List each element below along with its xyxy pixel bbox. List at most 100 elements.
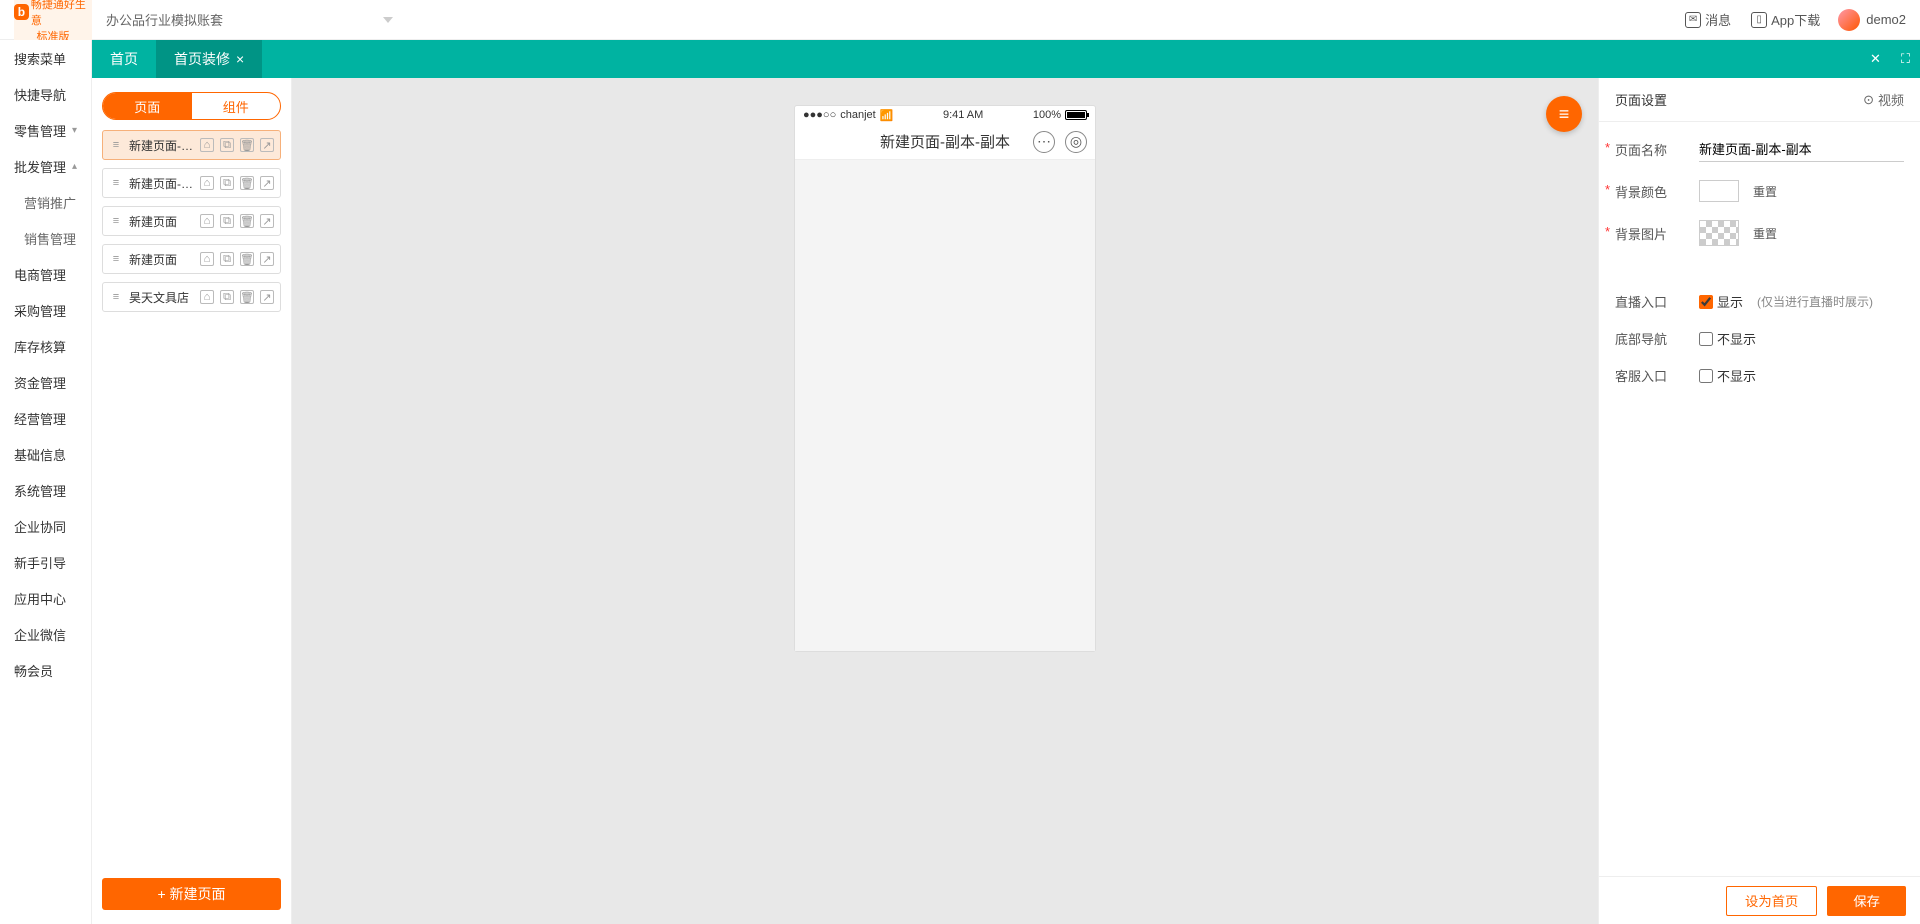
page-row-3[interactable]: ≡新建页面⌂⧉🗑↗ (102, 244, 281, 274)
miniprogram-menu-icon[interactable]: ⋯ (1033, 131, 1055, 153)
sidebar-item-10[interactable]: 经营管理 (0, 400, 91, 436)
page-component-segment: 页面 组件 (102, 92, 281, 120)
sidebar-item-label: 企业微信 (14, 625, 66, 644)
delete-page-icon[interactable]: 🗑 (240, 252, 254, 266)
sidebar-item-3[interactable]: 批发管理 (0, 148, 91, 184)
set-home-icon[interactable]: ⌂ (200, 214, 214, 228)
tab-fullscreen-button[interactable]: ⛶ (1891, 40, 1920, 78)
copy-page-icon[interactable]: ⧉ (220, 214, 234, 228)
open-external-icon[interactable]: ↗ (260, 138, 274, 152)
page-name-input[interactable] (1699, 136, 1904, 162)
set-home-icon[interactable]: ⌂ (200, 252, 214, 266)
tab-close-all-button[interactable]: ✕ (1860, 40, 1891, 78)
tab-page-editor[interactable]: 首页装修 × (156, 40, 262, 78)
miniprogram-close-icon[interactable]: ◎ (1065, 131, 1087, 153)
sidebar-item-0[interactable]: 搜索菜单 (0, 40, 91, 76)
sidebar-item-8[interactable]: 库存核算 (0, 328, 91, 364)
copy-page-icon[interactable]: ⧉ (220, 138, 234, 152)
tab-home[interactable]: 首页 (92, 40, 156, 78)
sidebar-item-label: 搜索菜单 (14, 49, 66, 68)
delete-page-icon[interactable]: 🗑 (240, 138, 254, 152)
sidebar-item-label: 采购管理 (14, 301, 66, 320)
user-name[interactable]: demo2 (1866, 12, 1906, 27)
bottom-nav-input[interactable] (1699, 332, 1713, 346)
delete-page-icon[interactable]: 🗑 (240, 214, 254, 228)
sidebar-item-13[interactable]: 企业协同 (0, 508, 91, 544)
page-name-label: 新建页面 (129, 213, 194, 230)
live-show-checkbox[interactable]: 显示 (1699, 292, 1743, 311)
account-set-label: 办公品行业模拟账套 (106, 10, 223, 29)
sidebar-item-label: 库存核算 (14, 337, 66, 356)
sidebar-item-7[interactable]: 采购管理 (0, 292, 91, 328)
sidebar-item-6[interactable]: 电商管理 (0, 256, 91, 292)
open-external-icon[interactable]: ↗ (260, 214, 274, 228)
sidebar-item-11[interactable]: 基础信息 (0, 436, 91, 472)
set-home-button[interactable]: 设为首页 (1726, 886, 1817, 916)
drag-handle-icon[interactable]: ≡ (109, 290, 123, 304)
bottom-nav-checkbox[interactable]: 不显示 (1699, 329, 1756, 348)
settings-title: 页面设置 (1615, 90, 1667, 109)
drag-handle-icon[interactable]: ≡ (109, 214, 123, 228)
phone-statusbar: ●●●○○ chanjet 📶 9:41 AM 100% (795, 106, 1095, 124)
open-external-icon[interactable]: ↗ (260, 290, 274, 304)
battery-percent: 100% (1033, 109, 1061, 121)
copy-page-icon[interactable]: ⧉ (220, 252, 234, 266)
delete-page-icon[interactable]: 🗑 (240, 176, 254, 190)
bgcolor-reset[interactable]: 重置 (1753, 183, 1777, 200)
canvas-menu-fab[interactable]: ≡ (1546, 96, 1582, 132)
sidebar-item-12[interactable]: 系统管理 (0, 472, 91, 508)
field-bottom-label: 底部导航 (1615, 329, 1685, 348)
drag-handle-icon[interactable]: ≡ (109, 176, 123, 190)
messages-button[interactable]: ✉ 消息 (1685, 10, 1731, 29)
bgimg-reset[interactable]: 重置 (1753, 225, 1777, 242)
cs-input[interactable] (1699, 369, 1713, 383)
bgimg-picker[interactable] (1699, 220, 1739, 246)
drag-handle-icon[interactable]: ≡ (109, 138, 123, 152)
page-row-2[interactable]: ≡ 新建页面 ⌂ ⧉ 🗑 ↗ (102, 206, 281, 236)
sidebar-item-label: 批发管理 (14, 157, 66, 176)
copy-page-icon[interactable]: ⧉ (220, 176, 234, 190)
sidebar-item-2[interactable]: 零售管理 (0, 112, 91, 148)
sidebar-item-5[interactable]: 销售管理 (0, 220, 91, 256)
save-button[interactable]: 保存 (1827, 886, 1906, 916)
bgcolor-swatch[interactable] (1699, 180, 1739, 202)
sidebar-item-label: 营销推广 (24, 193, 76, 212)
sidebar-item-4[interactable]: 营销推广 (0, 184, 91, 220)
phone-body[interactable] (795, 160, 1095, 651)
sidebar-item-label: 经营管理 (14, 409, 66, 428)
sidebar-item-17[interactable]: 畅会员 (0, 652, 91, 688)
drag-handle-icon[interactable]: ≡ (109, 252, 123, 266)
set-home-icon[interactable]: ⌂ (200, 290, 214, 304)
app-download-button[interactable]: ▯ App下载 (1751, 10, 1820, 29)
live-show-input[interactable] (1699, 295, 1713, 309)
video-help-link[interactable]: ⊙ 视频 (1863, 90, 1904, 109)
segment-component[interactable]: 组件 (192, 93, 281, 119)
user-avatar[interactable] (1838, 9, 1860, 31)
new-page-button[interactable]: + 新建页面 (102, 878, 281, 910)
sidebar-item-label: 快捷导航 (14, 85, 66, 104)
sidebar-item-1[interactable]: 快捷导航 (0, 76, 91, 112)
cs-checkbox[interactable]: 不显示 (1699, 366, 1756, 385)
open-external-icon[interactable]: ↗ (260, 252, 274, 266)
page-name-label: 昊天文具店 (129, 289, 194, 306)
page-row-4[interactable]: ≡ 昊天文具店 ⌂ ⧉ 🗑 ↗ (102, 282, 281, 312)
account-set-dropdown[interactable]: 办公品行业模拟账套 (106, 10, 393, 29)
page-row-0[interactable]: ≡新建页面-副本…⌂⧉🗑↗ (102, 130, 281, 160)
brand-logo[interactable]: b 畅捷通好生意 标准版 (14, 0, 92, 40)
set-home-icon[interactable]: ⌂ (200, 138, 214, 152)
copy-page-icon[interactable]: ⧉ (220, 290, 234, 304)
sidebar-item-label: 畅会员 (14, 661, 53, 680)
battery-icon (1065, 110, 1087, 120)
phone-page-title: 新建页面-副本-副本 (880, 131, 1010, 152)
segment-page[interactable]: 页面 (103, 93, 192, 119)
page-row-1[interactable]: ≡新建页面-副本⌂⧉🗑↗ (102, 168, 281, 198)
delete-page-icon[interactable]: 🗑 (240, 290, 254, 304)
set-home-icon[interactable]: ⌂ (200, 176, 214, 190)
sidebar-item-9[interactable]: 资金管理 (0, 364, 91, 400)
tab-close-icon[interactable]: × (236, 51, 244, 67)
sidebar-item-16[interactable]: 企业微信 (0, 616, 91, 652)
sidebar-item-15[interactable]: 应用中心 (0, 580, 91, 616)
open-external-icon[interactable]: ↗ (260, 176, 274, 190)
sidebar-item-14[interactable]: 新手引导 (0, 544, 91, 580)
live-show-text: 显示 (1717, 292, 1743, 311)
